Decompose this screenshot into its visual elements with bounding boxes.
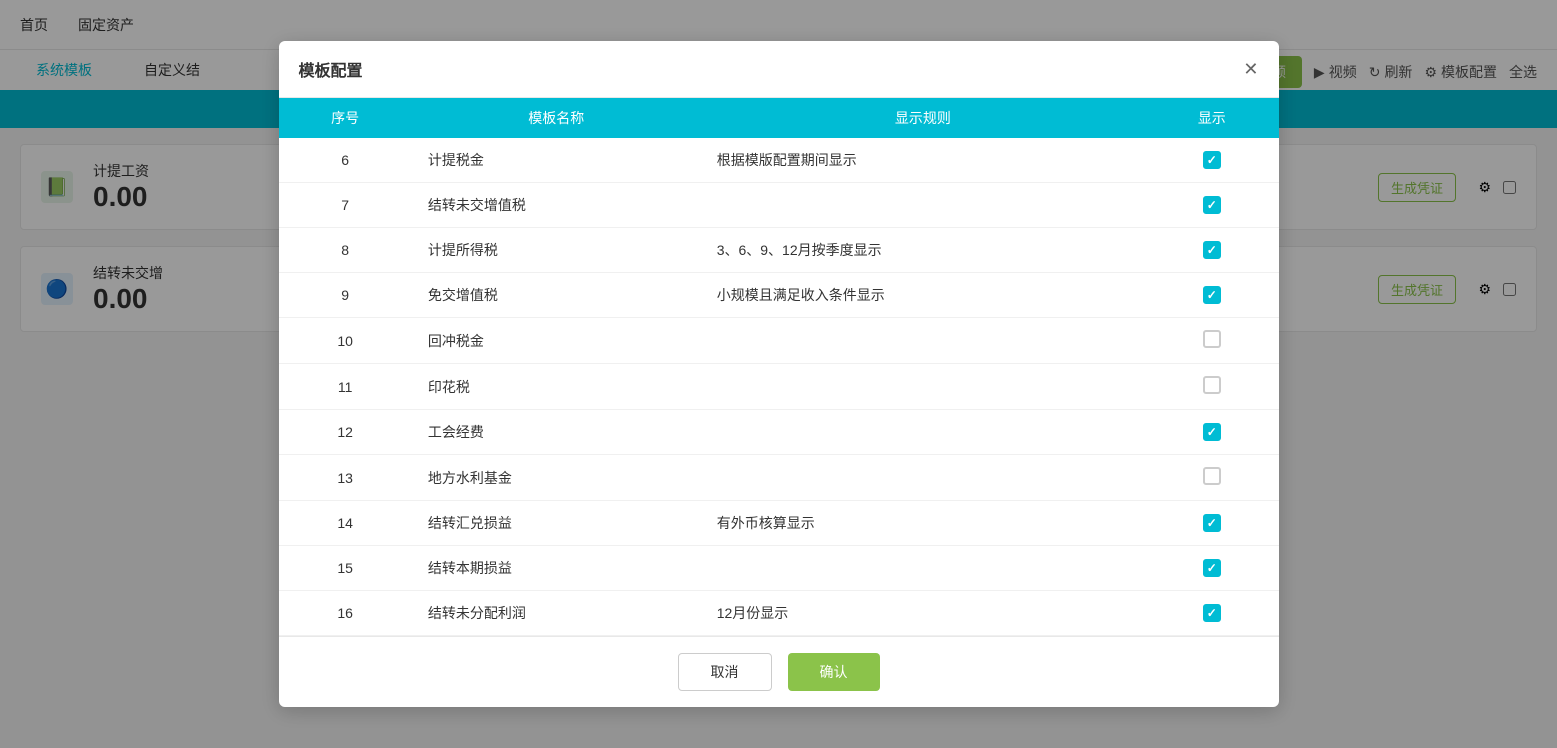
col-display: 显示 bbox=[1145, 98, 1278, 138]
modal-overlay: 模板配置 ✕ 序号 模板名称 显示规则 显示 6计提税金根据模版配置期间显示7结… bbox=[0, 0, 1557, 748]
row-12-checkbox[interactable] bbox=[1203, 423, 1221, 441]
cell-seq: 11 bbox=[279, 364, 412, 410]
cell-rule: 根据模版配置期间显示 bbox=[701, 138, 1145, 183]
modal-body: 序号 模板名称 显示规则 显示 6计提税金根据模版配置期间显示7结转未交增值税8… bbox=[279, 98, 1279, 636]
table-row: 6计提税金根据模版配置期间显示 bbox=[279, 138, 1279, 183]
cell-checkbox bbox=[1145, 318, 1278, 364]
cell-rule: 小规模且满足收入条件显示 bbox=[701, 273, 1145, 318]
cell-checkbox bbox=[1145, 183, 1278, 228]
cell-seq: 14 bbox=[279, 501, 412, 546]
cell-name: 结转本期损益 bbox=[412, 546, 701, 591]
table-row: 11印花税 bbox=[279, 364, 1279, 410]
modal-header: 模板配置 ✕ bbox=[279, 41, 1279, 98]
cell-name: 结转未交增值税 bbox=[412, 183, 701, 228]
row-10-checkbox[interactable] bbox=[1203, 330, 1221, 348]
col-seq: 序号 bbox=[279, 98, 412, 138]
cell-seq: 12 bbox=[279, 410, 412, 455]
cell-rule bbox=[701, 410, 1145, 455]
table-row: 7结转未交增值税 bbox=[279, 183, 1279, 228]
cell-name: 计提所得税 bbox=[412, 228, 701, 273]
table-row: 8计提所得税3、6、9、12月按季度显示 bbox=[279, 228, 1279, 273]
table-row: 10回冲税金 bbox=[279, 318, 1279, 364]
cell-name: 工会经费 bbox=[412, 410, 701, 455]
cell-rule bbox=[701, 318, 1145, 364]
cell-checkbox bbox=[1145, 455, 1278, 501]
cell-rule: 3、6、9、12月按季度显示 bbox=[701, 228, 1145, 273]
config-table: 序号 模板名称 显示规则 显示 6计提税金根据模版配置期间显示7结转未交增值税8… bbox=[279, 98, 1279, 636]
table-body: 6计提税金根据模版配置期间显示7结转未交增值税8计提所得税3、6、9、12月按季… bbox=[279, 138, 1279, 636]
cell-rule bbox=[701, 455, 1145, 501]
cell-seq: 9 bbox=[279, 273, 412, 318]
cell-seq: 7 bbox=[279, 183, 412, 228]
row-16-checkbox[interactable] bbox=[1203, 604, 1221, 622]
cancel-button[interactable]: 取消 bbox=[678, 653, 772, 691]
cell-rule bbox=[701, 546, 1145, 591]
cell-checkbox bbox=[1145, 410, 1278, 455]
cell-name: 印花税 bbox=[412, 364, 701, 410]
cell-checkbox bbox=[1145, 546, 1278, 591]
cell-checkbox bbox=[1145, 138, 1278, 183]
cell-seq: 8 bbox=[279, 228, 412, 273]
cell-name: 结转未分配利润 bbox=[412, 591, 701, 636]
row-8-checkbox[interactable] bbox=[1203, 241, 1221, 259]
cell-name: 地方水利基金 bbox=[412, 455, 701, 501]
row-13-checkbox[interactable] bbox=[1203, 467, 1221, 485]
cell-checkbox bbox=[1145, 591, 1278, 636]
table-row: 14结转汇兑损益有外币核算显示 bbox=[279, 501, 1279, 546]
cell-seq: 15 bbox=[279, 546, 412, 591]
row-15-checkbox[interactable] bbox=[1203, 559, 1221, 577]
row-7-checkbox[interactable] bbox=[1203, 196, 1221, 214]
cell-rule bbox=[701, 183, 1145, 228]
modal-footer: 取消 确认 bbox=[279, 636, 1279, 707]
cell-rule: 有外币核算显示 bbox=[701, 501, 1145, 546]
row-9-checkbox[interactable] bbox=[1203, 286, 1221, 304]
modal-title: 模板配置 bbox=[299, 57, 363, 81]
table-row: 13地方水利基金 bbox=[279, 455, 1279, 501]
col-name: 模板名称 bbox=[412, 98, 701, 138]
confirm-button[interactable]: 确认 bbox=[788, 653, 880, 691]
col-rule: 显示规则 bbox=[701, 98, 1145, 138]
cell-seq: 6 bbox=[279, 138, 412, 183]
table-row: 9免交增值税小规模且满足收入条件显示 bbox=[279, 273, 1279, 318]
row-6-checkbox[interactable] bbox=[1203, 151, 1221, 169]
table-row: 15结转本期损益 bbox=[279, 546, 1279, 591]
cell-checkbox bbox=[1145, 364, 1278, 410]
cell-name: 回冲税金 bbox=[412, 318, 701, 364]
cell-checkbox bbox=[1145, 228, 1278, 273]
cell-checkbox bbox=[1145, 501, 1278, 546]
cell-name: 计提税金 bbox=[412, 138, 701, 183]
modal-close-button[interactable]: ✕ bbox=[1243, 60, 1258, 78]
row-14-checkbox[interactable] bbox=[1203, 514, 1221, 532]
cell-seq: 10 bbox=[279, 318, 412, 364]
cell-seq: 16 bbox=[279, 591, 412, 636]
template-config-modal: 模板配置 ✕ 序号 模板名称 显示规则 显示 6计提税金根据模版配置期间显示7结… bbox=[279, 41, 1279, 707]
table-row: 16结转未分配利润12月份显示 bbox=[279, 591, 1279, 636]
cell-seq: 13 bbox=[279, 455, 412, 501]
table-header: 序号 模板名称 显示规则 显示 bbox=[279, 98, 1279, 138]
row-11-checkbox[interactable] bbox=[1203, 376, 1221, 394]
cell-rule bbox=[701, 364, 1145, 410]
cell-rule: 12月份显示 bbox=[701, 591, 1145, 636]
cell-checkbox bbox=[1145, 273, 1278, 318]
table-row: 12工会经费 bbox=[279, 410, 1279, 455]
cell-name: 免交增值税 bbox=[412, 273, 701, 318]
cell-name: 结转汇兑损益 bbox=[412, 501, 701, 546]
